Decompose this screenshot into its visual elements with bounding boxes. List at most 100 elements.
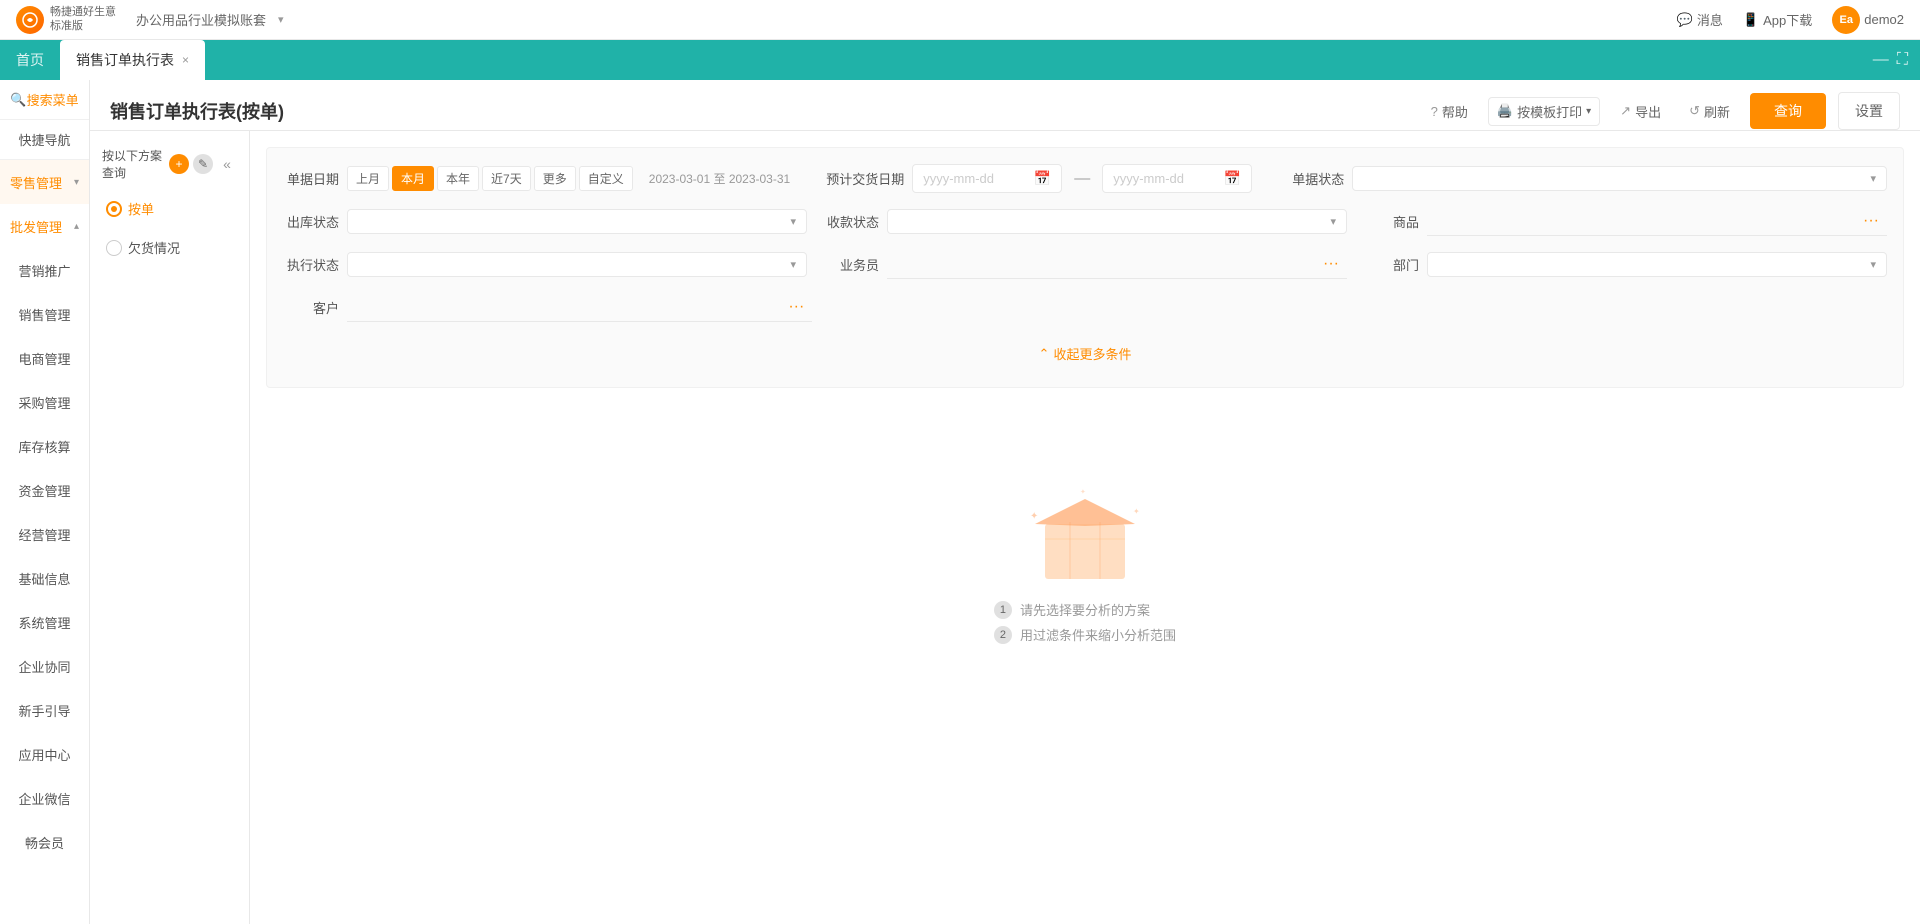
- filter-row-3: 执行状态 ▾ 业务员 ···: [283, 250, 1887, 279]
- sidebar-item-member[interactable]: 畅会员: [0, 820, 89, 864]
- expected-date-group: 预计交货日期 yyyy-mm-dd 📅 — yyyy-mm-dd 📅: [826, 164, 1252, 193]
- scheme-item-order[interactable]: 按单: [90, 189, 249, 228]
- print-icon: 🖨️: [1497, 103, 1513, 119]
- customer-label: 客户: [283, 298, 339, 317]
- print-btn[interactable]: 🖨️ 按模板打印 ▾: [1488, 97, 1600, 126]
- tab-sales-order[interactable]: 销售订单执行表 ×: [60, 40, 205, 80]
- sidebar: 🔍 搜索菜单 快捷导航 零售管理 ▾ 批发管理 ▴ 营销推广 销售管理 电商管理…: [0, 80, 90, 924]
- sidebar-item-appstore[interactable]: 应用中心: [0, 732, 89, 776]
- expected-date-from[interactable]: yyyy-mm-dd 📅: [912, 164, 1062, 193]
- empty-hints: 1 请先选择要分析的方案 2 用过滤条件来缩小分析范围: [994, 600, 1176, 644]
- scheme-actions: + ✎ «: [169, 154, 237, 174]
- goods-dots[interactable]: ···: [1859, 212, 1883, 230]
- salesperson-label: 业务员: [823, 255, 879, 274]
- retail-arrow-icon: ▾: [74, 177, 79, 188]
- print-dropdown-icon: ▾: [1586, 106, 1591, 117]
- tab-bar: 首页 销售订单执行表 × — ⛶: [0, 40, 1920, 80]
- scheme-add-btn[interactable]: +: [169, 154, 189, 174]
- logo-area: 畅捷通好生意 标准版: [16, 6, 116, 34]
- calendar-icon-1: 📅: [1034, 170, 1051, 187]
- date-btn-more[interactable]: 更多: [534, 166, 576, 191]
- date-btn-custom[interactable]: 自定义: [579, 166, 633, 191]
- query-button[interactable]: 查询: [1750, 93, 1826, 129]
- message-icon: 💬: [1677, 12, 1693, 28]
- sidebar-quick-nav[interactable]: 快捷导航: [0, 120, 89, 160]
- exec-select[interactable]: ▾: [347, 252, 807, 277]
- sidebar-item-ecommerce[interactable]: 电商管理: [0, 336, 89, 380]
- sidebar-item-newbie[interactable]: 新手引导: [0, 688, 89, 732]
- collapse-btn[interactable]: ⌃ 收起更多条件: [283, 336, 1887, 371]
- export-btn[interactable]: ↗ 导出: [1612, 98, 1669, 125]
- avatar: Ea: [1832, 6, 1860, 34]
- sidebar-item-wholesale[interactable]: 批发管理 ▴: [0, 204, 89, 248]
- page-actions: ? 帮助 🖨️ 按模板打印 ▾ ↗ 导出 ↺ 刷新 查询 设置: [1423, 92, 1900, 130]
- scheme-collapse-btn[interactable]: «: [217, 154, 237, 174]
- tab-close-icon[interactable]: ×: [182, 53, 189, 67]
- hint-2: 2 用过滤条件来缩小分析范围: [994, 625, 1176, 644]
- scheme-panel: 按以下方案查询 + ✎ « 按单 欠货情况: [90, 131, 250, 924]
- svg-text:✦: ✦: [1133, 507, 1140, 516]
- nav-dropdown-icon[interactable]: ▾: [278, 13, 284, 26]
- tab-bar-right: — ⛶: [1873, 51, 1920, 69]
- order-status-select[interactable]: ▾: [1352, 166, 1887, 191]
- svg-text:✦: ✦: [1030, 511, 1038, 522]
- filter-row-1: 单据日期 上月 本月 本年 近7天 更多 自定义 2023-03-01 至 20…: [283, 164, 1887, 193]
- empty-svg: ✦ ✦ ✦: [1025, 484, 1145, 584]
- shipment-select[interactable]: ▾: [347, 209, 807, 234]
- refresh-btn[interactable]: ↺ 刷新: [1681, 98, 1738, 125]
- salesperson-input[interactable]: ···: [887, 250, 1347, 279]
- refresh-icon: ↺: [1689, 103, 1700, 119]
- receipt-select[interactable]: ▾: [887, 209, 1347, 234]
- empty-state: ✦ ✦ ✦ 1 请先选择要分析的方案: [266, 404, 1904, 724]
- user-area[interactable]: Ea demo2: [1832, 6, 1904, 34]
- sidebar-item-finance[interactable]: 资金管理: [0, 468, 89, 512]
- help-btn[interactable]: ? 帮助: [1423, 98, 1476, 125]
- export-icon: ↗: [1620, 103, 1631, 119]
- scheme-inactive-icon: [106, 240, 122, 256]
- date-btn-current-year[interactable]: 本年: [437, 166, 479, 191]
- salesperson-dots[interactable]: ···: [1319, 255, 1343, 273]
- exec-label: 执行状态: [283, 255, 339, 274]
- filter-area: 单据日期 上月 本月 本年 近7天 更多 自定义 2023-03-01 至 20…: [250, 131, 1920, 924]
- sidebar-search[interactable]: 🔍 搜索菜单: [0, 80, 89, 120]
- expected-date-to[interactable]: yyyy-mm-dd 📅: [1102, 164, 1252, 193]
- scheme-item-backorder[interactable]: 欠货情况: [90, 228, 249, 267]
- customer-dots[interactable]: ···: [784, 298, 808, 316]
- app-download-btn[interactable]: 📱 App下载: [1743, 10, 1812, 29]
- date-btn-current-month[interactable]: 本月: [392, 166, 434, 191]
- goods-group: 商品 ···: [1363, 207, 1887, 236]
- sidebar-item-operation[interactable]: 经营管理: [0, 512, 89, 556]
- exec-chevron: ▾: [790, 258, 796, 271]
- dept-chevron: ▾: [1870, 258, 1876, 271]
- sidebar-item-system[interactable]: 系统管理: [0, 600, 89, 644]
- goods-input[interactable]: ···: [1427, 207, 1887, 236]
- sidebar-item-wechat[interactable]: 企业微信: [0, 776, 89, 820]
- tab-minimize-icon[interactable]: —: [1873, 51, 1889, 69]
- date-btn-prev-month[interactable]: 上月: [347, 166, 389, 191]
- top-header: 畅捷通好生意 标准版 办公用品行业模拟账套 ▾ 💬 消息 📱 App下载 Ea …: [0, 0, 1920, 40]
- tab-maximize-icon[interactable]: ⛶: [1897, 51, 1908, 69]
- tab-home[interactable]: 首页: [0, 40, 60, 80]
- sidebar-item-retail[interactable]: 零售管理 ▾: [0, 160, 89, 204]
- date-btn-7days[interactable]: 近7天: [482, 166, 531, 191]
- content-inner: 按以下方案查询 + ✎ « 按单 欠货情况: [90, 131, 1920, 924]
- salesperson-group: 业务员 ···: [823, 250, 1347, 279]
- collapse-icon: ⌃: [1039, 346, 1050, 362]
- customer-input[interactable]: ···: [347, 293, 812, 322]
- message-btn[interactable]: 💬 消息: [1677, 10, 1723, 29]
- filter-row-2: 出库状态 ▾ 收款状态 ▾: [283, 207, 1887, 236]
- sidebar-item-marketing[interactable]: 营销推广: [0, 248, 89, 292]
- sidebar-item-sales[interactable]: 销售管理: [0, 292, 89, 336]
- sidebar-item-inventory[interactable]: 库存核算: [0, 424, 89, 468]
- receipt-chevron: ▾: [1330, 215, 1336, 228]
- scheme-edit-btn[interactable]: ✎: [193, 154, 213, 174]
- sidebar-item-purchase[interactable]: 采购管理: [0, 380, 89, 424]
- settings-button[interactable]: 设置: [1838, 92, 1900, 130]
- svg-text:✦: ✦: [1080, 488, 1086, 496]
- receipt-label: 收款状态: [823, 212, 879, 231]
- sidebar-item-basic-info[interactable]: 基础信息: [0, 556, 89, 600]
- customer-group: 客户 ···: [283, 293, 812, 322]
- wholesale-arrow-icon: ▴: [74, 221, 79, 232]
- sidebar-item-collab[interactable]: 企业协同: [0, 644, 89, 688]
- dept-select[interactable]: ▾: [1427, 252, 1887, 277]
